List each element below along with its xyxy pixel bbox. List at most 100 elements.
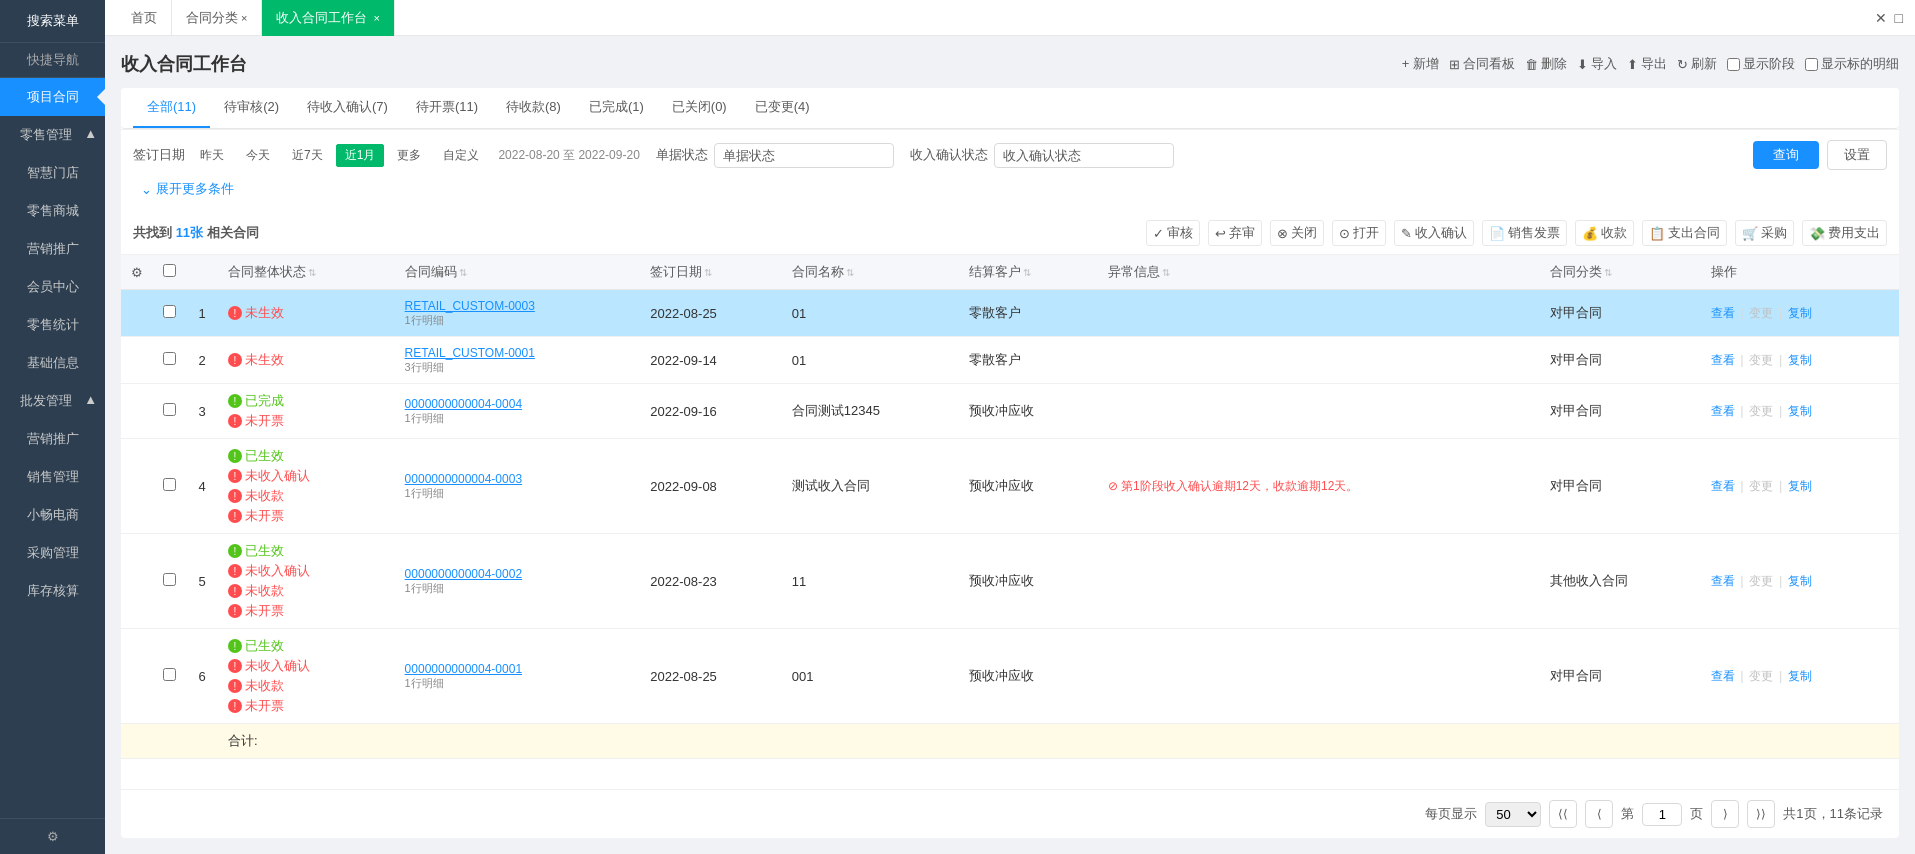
tab-contract_cat[interactable]: 合同分类 × (172, 0, 262, 36)
copy-btn[interactable]: 复制 (1788, 574, 1812, 588)
expand-btn[interactable]: ⌄ 展开更多条件 (133, 176, 1887, 202)
change-btn[interactable]: 变更 (1749, 574, 1773, 588)
row-checkbox[interactable] (163, 573, 176, 586)
row-checkbox[interactable] (163, 478, 176, 491)
sidebar-item-inventory[interactable]: 库存核算 (0, 572, 105, 610)
row-checkbox[interactable] (163, 352, 176, 365)
select-all-checkbox[interactable] (163, 264, 176, 277)
date-btn-last1m[interactable]: 近1月 (336, 144, 385, 167)
date-btn-custom[interactable]: 自定义 (434, 144, 488, 167)
view-btn[interactable]: 查看 (1711, 479, 1735, 493)
contract-code-link[interactable]: 0000000000004-0001 (405, 662, 522, 676)
import-btn[interactable]: ⬇ 导入 (1577, 55, 1617, 73)
sidebar-item-purchase[interactable]: 采购管理 (0, 534, 105, 572)
sidebar-item-retail_mgmt[interactable]: 零售管理 ▲ (0, 116, 105, 154)
action-btn-open[interactable]: ⊙ 打开 (1332, 220, 1386, 246)
action-btn-expense[interactable]: 💸 费用支出 (1802, 220, 1887, 246)
contract-code-link[interactable]: 0000000000004-0002 (405, 567, 522, 581)
sidebar-item-basic_info[interactable]: 基础信息 (0, 344, 105, 382)
filter-tab-changed[interactable]: 已变更(4) (741, 88, 824, 128)
row-checkbox[interactable] (163, 305, 176, 318)
sidebar-item-wholesale[interactable]: 批发管理 ▲ (0, 382, 105, 420)
settings-icon[interactable]: ⚙ (131, 265, 143, 280)
sidebar-item-online_shop[interactable]: 零售商城 (0, 192, 105, 230)
action-btn-income_confirm[interactable]: ✎ 收入确认 (1394, 220, 1474, 246)
prev-page-btn[interactable]: ⟨ (1585, 800, 1613, 828)
filter-tab-pending_confirm[interactable]: 待收入确认(7) (293, 88, 402, 128)
sidebar-item-retail_stat[interactable]: 零售统计 (0, 306, 105, 344)
action-btn-out_contract[interactable]: 📋 支出合同 (1642, 220, 1727, 246)
refresh-btn[interactable]: ↻ 刷新 (1677, 55, 1717, 73)
tab-home[interactable]: 首页 (117, 0, 172, 36)
action-btn-sales_invoice[interactable]: 📄 销售发票 (1482, 220, 1567, 246)
view-btn[interactable]: 查看 (1711, 669, 1735, 683)
date-btn-last7[interactable]: 近7天 (283, 144, 332, 167)
first-page-btn[interactable]: ⟨⟨ (1549, 800, 1577, 828)
contract-code-link[interactable]: RETAIL_CUSTOM-0003 (405, 299, 535, 313)
per-page-select[interactable]: 50 10 20 100 (1485, 802, 1541, 827)
tab-close-icon[interactable]: × (238, 12, 247, 24)
filter-tab-all[interactable]: 全部(11) (133, 88, 210, 128)
change-btn[interactable]: 变更 (1749, 353, 1773, 367)
row-checkbox[interactable] (163, 403, 176, 416)
sidebar-item-member[interactable]: 会员中心 (0, 268, 105, 306)
filter-tab-pending_review[interactable]: 待审核(2) (210, 88, 293, 128)
delete-btn[interactable]: 🗑 删除 (1525, 55, 1567, 73)
action-btn-abandon[interactable]: ↩ 弃审 (1208, 220, 1262, 246)
sidebar-item-marketing[interactable]: 营销推广 (0, 230, 105, 268)
view-btn[interactable]: 查看 (1711, 574, 1735, 588)
view-btn[interactable]: 查看 (1711, 306, 1735, 320)
next-page-btn[interactable]: ⟩ (1711, 800, 1739, 828)
view-btn[interactable]: 查看 (1711, 353, 1735, 367)
sidebar-search[interactable]: 搜索菜单 (0, 0, 105, 43)
sidebar-item-smart_store[interactable]: 智慧门店 (0, 154, 105, 192)
action-btn-payment[interactable]: 💰 收款 (1575, 220, 1634, 246)
sidebar-item-marketing2[interactable]: 营销推广 (0, 420, 105, 458)
show-fields-check[interactable]: 显示阶段 (1727, 55, 1795, 73)
action-btn-purchase[interactable]: 🛒 采购 (1735, 220, 1794, 246)
sidebar-nav[interactable]: 快捷导航 (0, 43, 105, 78)
kanban-btn[interactable]: ⊞ 合同看板 (1449, 55, 1515, 73)
change-btn[interactable]: 变更 (1749, 306, 1773, 320)
doc-status-select[interactable]: 单据状态 (714, 143, 894, 168)
contract-code-link[interactable]: RETAIL_CUSTOM-0001 (405, 346, 535, 360)
query-btn[interactable]: 查询 (1753, 141, 1819, 169)
action-btn-review[interactable]: ✓ 审核 (1146, 220, 1200, 246)
filter-tab-pending_invoice[interactable]: 待开票(11) (402, 88, 492, 128)
sidebar-settings[interactable]: ⚙ (0, 818, 105, 854)
change-btn[interactable]: 变更 (1749, 479, 1773, 493)
change-btn[interactable]: 变更 (1749, 669, 1773, 683)
table-scroll[interactable]: ⚙ 合同整体状态 合同编码 签订日期 合同名称 结算客户 异常信息 合同分类 操… (121, 255, 1899, 789)
date-btn-more[interactable]: 更多 (388, 144, 430, 167)
tab-close-icon[interactable]: × (373, 0, 379, 36)
sidebar-item-sales_mgmt[interactable]: 销售管理 (0, 458, 105, 496)
contract-code-link[interactable]: 0000000000004-0003 (405, 472, 522, 486)
filter-tab-closed[interactable]: 已关闭(0) (658, 88, 741, 128)
tab-income_workbench[interactable]: 收入合同工作台 × (262, 0, 394, 36)
action-btn-close[interactable]: ⊗ 关闭 (1270, 220, 1324, 246)
filter-tab-completed[interactable]: 已完成(1) (575, 88, 658, 128)
copy-btn[interactable]: 复制 (1788, 306, 1812, 320)
add-btn[interactable]: + 新增 (1402, 55, 1439, 73)
window-close-btn[interactable]: ✕ (1875, 10, 1887, 26)
date-btn-yesterday[interactable]: 昨天 (191, 144, 233, 167)
sidebar-item-project[interactable]: 项目合同 (0, 78, 105, 116)
show-detail-check[interactable]: 显示标的明细 (1805, 55, 1899, 73)
set-btn[interactable]: 设置 (1827, 140, 1887, 170)
income-status-select[interactable]: 收入确认状态 (994, 143, 1174, 168)
copy-btn[interactable]: 复制 (1788, 669, 1812, 683)
date-btn-today[interactable]: 今天 (237, 144, 279, 167)
row-checkbox[interactable] (163, 668, 176, 681)
last-page-btn[interactable]: ⟩⟩ (1747, 800, 1775, 828)
contract-code-link[interactable]: 0000000000004-0004 (405, 397, 522, 411)
copy-btn[interactable]: 复制 (1788, 404, 1812, 418)
change-btn[interactable]: 变更 (1749, 404, 1773, 418)
view-btn[interactable]: 查看 (1711, 404, 1735, 418)
window-max-btn[interactable]: □ (1895, 10, 1903, 26)
export-btn[interactable]: ⬆ 导出 (1627, 55, 1667, 73)
copy-btn[interactable]: 复制 (1788, 479, 1812, 493)
sidebar-item-ecom[interactable]: 小畅电商 (0, 496, 105, 534)
copy-btn[interactable]: 复制 (1788, 353, 1812, 367)
page-input[interactable] (1642, 803, 1682, 826)
filter-tab-pending_payment[interactable]: 待收款(8) (492, 88, 575, 128)
